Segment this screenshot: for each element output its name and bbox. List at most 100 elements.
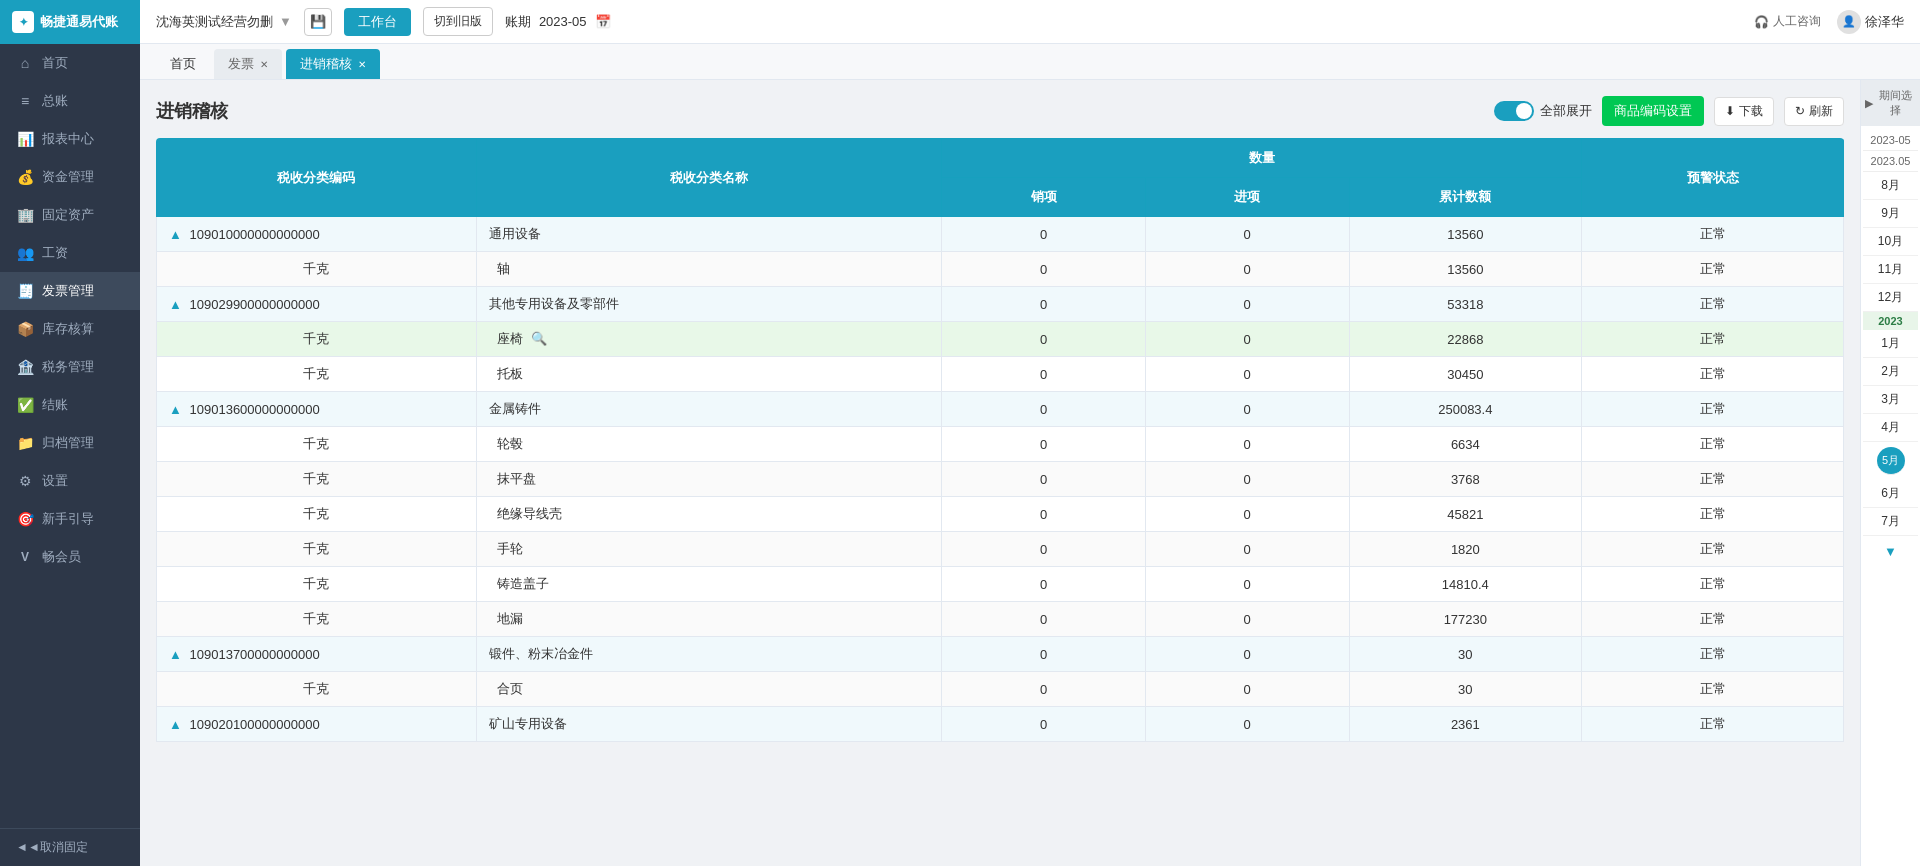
th-sales: 销项 [942, 178, 1146, 217]
row-name: 轴 [476, 252, 941, 287]
row-purchase: 0 [1145, 602, 1349, 637]
sidebar-item-inventory[interactable]: 📦 库存核算 [0, 310, 140, 348]
row-purchase: 0 [1145, 392, 1349, 427]
main-area: 沈海英测试经营勿删 ▼ 💾 工作台 切到旧版 账期 2023-05 📅 🎧 人工… [140, 0, 1920, 866]
period-list: 2023-05 2023.05 8月 9月 10月 11月 12月 2023 1… [1861, 126, 1920, 540]
row-name: 绝缘导线壳 [476, 497, 941, 532]
logo-text: 畅捷通易代账 [40, 13, 118, 31]
tab-invoice-label: 发票 [228, 55, 254, 73]
page-header: 进销稽核 全部展开 商品编码设置 ⬇ 下载 ↻ 刷新 [156, 96, 1844, 126]
scroll-down-arrow[interactable]: ▼ [1861, 540, 1920, 563]
row-name: 铸造盖子 [476, 567, 941, 602]
expand-triangle[interactable]: ▲ [169, 227, 182, 242]
row-total: 13560 [1349, 252, 1582, 287]
expand-triangle[interactable]: ▲ [169, 402, 182, 417]
table-row: 千克 绝缘导线壳 0 0 45821 正常 [157, 497, 1844, 532]
row-sales: 0 [942, 602, 1146, 637]
period-month-9[interactable]: 9月 [1863, 200, 1918, 228]
period-month-4[interactable]: 4月 [1863, 414, 1918, 442]
product-code-button[interactable]: 商品编码设置 [1602, 96, 1704, 126]
refresh-button[interactable]: ↻ 刷新 [1784, 97, 1844, 126]
period-header-label: 期间选择 [1875, 88, 1916, 118]
period-year-marker: 2023 [1863, 312, 1918, 330]
tabbar: 首页 发票 ✕ 进销稽核 ✕ [140, 44, 1920, 80]
row-total: 3768 [1349, 462, 1582, 497]
sidebar-item-member[interactable]: V 畅会员 [0, 538, 140, 576]
row-warning: 正常 [1582, 252, 1844, 287]
period-month-12[interactable]: 12月 [1863, 284, 1918, 312]
row-total: 1820 [1349, 532, 1582, 567]
sidebar-item-salary[interactable]: 👥 工资 [0, 234, 140, 272]
sidebar-item-archive[interactable]: 📁 归档管理 [0, 424, 140, 462]
search-icon[interactable]: 🔍 [531, 331, 547, 346]
sidebar-item-ledger[interactable]: ≡ 总账 [0, 82, 140, 120]
sidebar-item-tax[interactable]: 🏦 税务管理 [0, 348, 140, 386]
row-total: 30 [1349, 637, 1582, 672]
tab-invoice-close[interactable]: ✕ [260, 59, 268, 70]
salary-icon: 👥 [16, 245, 34, 261]
period-month-6[interactable]: 6月 [1863, 480, 1918, 508]
sidebar-item-label: 畅会员 [42, 548, 81, 566]
sidebar-item-home[interactable]: ⌂ 首页 [0, 44, 140, 82]
unpin-label: ◄◄取消固定 [16, 839, 88, 856]
row-unit: 千克 [157, 532, 477, 567]
sidebar-item-settlement[interactable]: ✅ 结账 [0, 386, 140, 424]
sidebar-item-reports[interactable]: 📊 报表中心 [0, 120, 140, 158]
download-button[interactable]: ⬇ 下载 [1714, 97, 1774, 126]
period-month-3[interactable]: 3月 [1863, 386, 1918, 414]
period-month-1[interactable]: 1月 [1863, 330, 1918, 358]
expand-triangle[interactable]: ▲ [169, 647, 182, 662]
row-sales: 0 [942, 392, 1146, 427]
code-value: 109010000000000000 [190, 227, 320, 242]
table-row: ▲ 109029900000000000 其他专用设备及零部件 0 0 5331… [157, 287, 1844, 322]
save-icon: 💾 [310, 14, 326, 29]
table-row: ▲ 109013600000000000 金属铸件 0 0 250083.4 正… [157, 392, 1844, 427]
row-total: 22868 [1349, 322, 1582, 357]
th-total: 累计数额 [1349, 178, 1582, 217]
expand-triangle[interactable]: ▲ [169, 717, 182, 732]
row-sales: 0 [942, 672, 1146, 707]
row-name: 矿山专用设备 [476, 707, 941, 742]
service-button[interactable]: 🎧 人工咨询 [1754, 13, 1821, 30]
sidebar-item-guide[interactable]: 🎯 新手引导 [0, 500, 140, 538]
row-warning: 正常 [1582, 462, 1844, 497]
oldver-button[interactable]: 切到旧版 [423, 7, 493, 36]
tab-home[interactable]: 首页 [156, 49, 210, 79]
table-row: 千克 合页 0 0 30 正常 [157, 672, 1844, 707]
sidebar-item-fixed-assets[interactable]: 🏢 固定资产 [0, 196, 140, 234]
table-row: 千克 地漏 0 0 177230 正常 [157, 602, 1844, 637]
sidebar-item-invoice[interactable]: 🧾 发票管理 [0, 272, 140, 310]
sidebar-logo: ✦ 畅捷通易代账 [0, 0, 140, 44]
row-total: 13560 [1349, 217, 1582, 252]
workspace-button[interactable]: 工作台 [344, 8, 411, 36]
row-sales: 0 [942, 497, 1146, 532]
period-month-5-active[interactable]: 5月 [1877, 447, 1905, 475]
tab-reconcile[interactable]: 进销稽核 ✕ [286, 49, 380, 79]
row-code: ▲ 109013600000000000 [157, 392, 477, 427]
expand-toggle[interactable] [1494, 101, 1534, 121]
company-selector[interactable]: 沈海英测试经营勿删 ▼ [156, 13, 292, 31]
period-selector[interactable]: 账期 2023-05 📅 [505, 13, 611, 31]
period-month-2[interactable]: 2月 [1863, 358, 1918, 386]
row-unit: 千克 [157, 427, 477, 462]
sidebar-item-funds[interactable]: 💰 资金管理 [0, 158, 140, 196]
table-row: 千克 铸造盖子 0 0 14810.4 正常 [157, 567, 1844, 602]
period-selector-header[interactable]: ▶ 期间选择 [1861, 80, 1920, 126]
item-name: 地漏 [497, 611, 523, 626]
expand-triangle[interactable]: ▲ [169, 297, 182, 312]
sidebar-item-settings[interactable]: ⚙ 设置 [0, 462, 140, 500]
row-code: ▲ 109010000000000000 [157, 217, 477, 252]
tab-reconcile-close[interactable]: ✕ [358, 59, 366, 70]
period-month-11[interactable]: 11月 [1863, 256, 1918, 284]
inventory-icon: 📦 [16, 321, 34, 337]
period-month-10[interactable]: 10月 [1863, 228, 1918, 256]
period-month-7[interactable]: 7月 [1863, 508, 1918, 536]
row-total: 6634 [1349, 427, 1582, 462]
user-menu[interactable]: 👤 徐泽华 [1837, 10, 1904, 34]
period-month-8[interactable]: 8月 [1863, 172, 1918, 200]
code-value: 109013700000000000 [190, 647, 320, 662]
tab-invoice[interactable]: 发票 ✕ [214, 49, 282, 79]
table-row: ▲ 109010000000000000 通用设备 0 0 13560 正常 [157, 217, 1844, 252]
sidebar-unpin-btn[interactable]: ◄◄取消固定 [0, 828, 140, 866]
save-button[interactable]: 💾 [304, 8, 332, 36]
